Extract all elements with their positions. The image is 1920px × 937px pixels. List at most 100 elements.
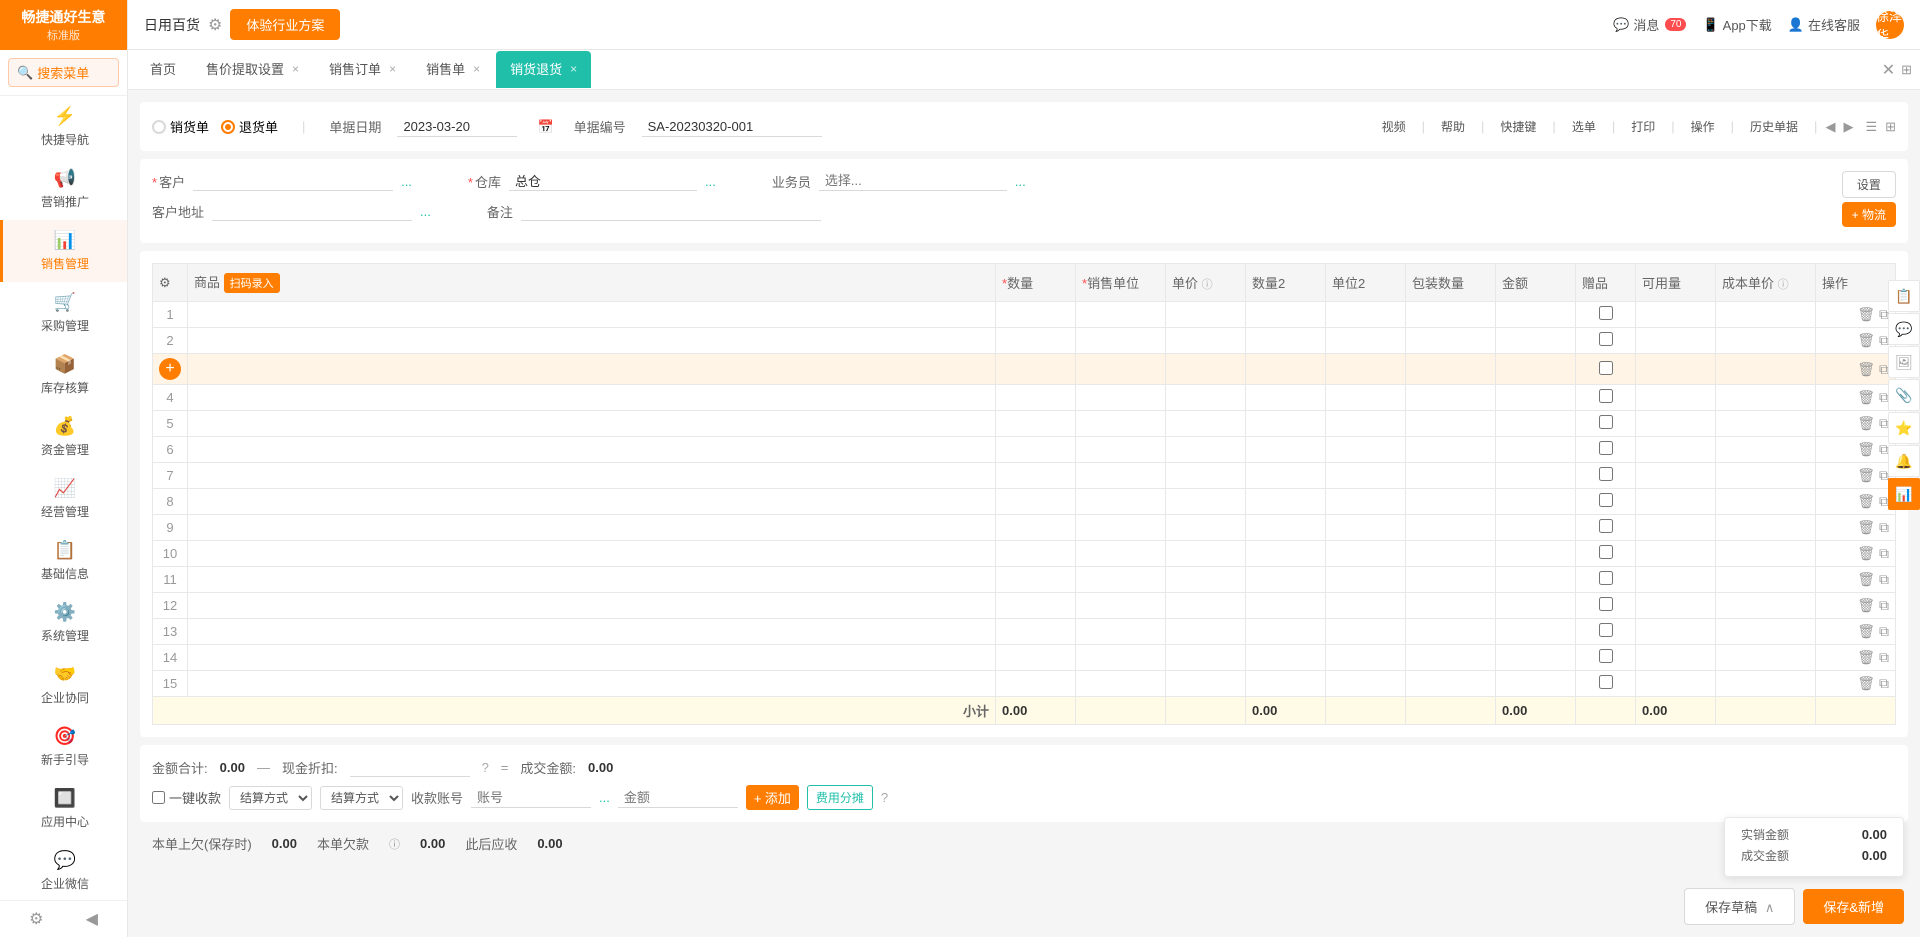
unit-price-cell-15[interactable]	[1166, 671, 1246, 697]
sales-unit-cell-14[interactable]	[1076, 645, 1166, 671]
qty-cell-15[interactable]	[996, 671, 1076, 697]
cost-price-cell-12[interactable]	[1716, 593, 1816, 619]
staff-select-btn[interactable]: ...	[1015, 174, 1026, 189]
settlement-method-select[interactable]: 结算方式	[229, 786, 312, 810]
sales-unit-cell-11[interactable]	[1076, 567, 1166, 593]
available-cell-5[interactable]	[1636, 411, 1716, 437]
sales-unit-cell-8[interactable]	[1076, 489, 1166, 515]
sales-unit-cell-3[interactable]	[1076, 354, 1166, 385]
qty2-cell-12[interactable]	[1246, 593, 1326, 619]
unit-price-cell-10[interactable]	[1166, 541, 1246, 567]
sidebar-item-base[interactable]: 📋 基础信息	[0, 530, 127, 592]
amount-cell-9[interactable]	[1496, 515, 1576, 541]
price-info-icon[interactable]: ⓘ	[1202, 279, 1213, 291]
amount-cell-10[interactable]	[1496, 541, 1576, 567]
form-setting-btn[interactable]: 设置	[1842, 171, 1896, 198]
qty-cell-3[interactable]	[996, 354, 1076, 385]
qty-cell-14[interactable]	[996, 645, 1076, 671]
qty2-cell-10[interactable]	[1246, 541, 1326, 567]
cost-price-cell-10[interactable]	[1716, 541, 1816, 567]
sidebar-item-newbie[interactable]: 🎯 新手引导	[0, 716, 127, 778]
qty2-cell-6[interactable]	[1246, 437, 1326, 463]
float-notes-btn[interactable]: 📋	[1888, 280, 1920, 312]
unit2-cell-13[interactable]	[1326, 619, 1406, 645]
one-click-collect-label[interactable]: 一键收款	[152, 788, 221, 807]
product-cell-11[interactable]	[188, 567, 996, 593]
delete-row-6[interactable]: 🗑	[1857, 441, 1875, 458]
qty2-cell-15[interactable]	[1246, 671, 1326, 697]
amount-cell-4[interactable]	[1496, 385, 1576, 411]
float-star-btn[interactable]: ⭐	[1888, 412, 1920, 444]
amount-cell-6[interactable]	[1496, 437, 1576, 463]
product-cell-13[interactable]	[188, 619, 996, 645]
sales-unit-cell-15[interactable]	[1076, 671, 1166, 697]
qty2-cell-2[interactable]	[1246, 328, 1326, 354]
available-cell-13[interactable]	[1636, 619, 1716, 645]
delete-row-4[interactable]: 🗑	[1857, 389, 1875, 406]
gift-cell-12[interactable]	[1576, 593, 1636, 619]
unit-price-cell-7[interactable]	[1166, 463, 1246, 489]
qty2-cell-5[interactable]	[1246, 411, 1326, 437]
product-cell-2[interactable]	[188, 328, 996, 354]
sales-unit-cell-5[interactable]	[1076, 411, 1166, 437]
trial-plan-button[interactable]: 体验行业方案	[230, 9, 340, 40]
amount-input[interactable]	[618, 788, 738, 808]
unit2-cell-10[interactable]	[1326, 541, 1406, 567]
sales-unit-cell-7[interactable]	[1076, 463, 1166, 489]
available-cell-8[interactable]	[1636, 489, 1716, 515]
pack-qty-cell-7[interactable]	[1406, 463, 1496, 489]
qty2-cell-11[interactable]	[1246, 567, 1326, 593]
sales-unit-cell-9[interactable]	[1076, 515, 1166, 541]
gift-checkbox-12[interactable]	[1599, 597, 1613, 611]
product-cell-12[interactable]	[188, 593, 996, 619]
available-cell-4[interactable]	[1636, 385, 1716, 411]
qty-cell-13[interactable]	[996, 619, 1076, 645]
gift-checkbox-3[interactable]	[1599, 361, 1613, 375]
product-cell-15[interactable]	[188, 671, 996, 697]
unit-price-cell-6[interactable]	[1166, 437, 1246, 463]
pack-qty-cell-2[interactable]	[1406, 328, 1496, 354]
available-cell-6[interactable]	[1636, 437, 1716, 463]
amount-cell-1[interactable]	[1496, 302, 1576, 328]
tab-home[interactable]: 首页	[136, 51, 190, 88]
cost-price-cell-5[interactable]	[1716, 411, 1816, 437]
sales-unit-cell-13[interactable]	[1076, 619, 1166, 645]
gift-checkbox-4[interactable]	[1599, 389, 1613, 403]
amount-cell-14[interactable]	[1496, 645, 1576, 671]
qty-cell-2[interactable]	[996, 328, 1076, 354]
cost-price-cell-8[interactable]	[1716, 489, 1816, 515]
settings-gear-icon[interactable]: ⚙	[208, 15, 222, 35]
address-input[interactable]	[212, 201, 412, 221]
delete-row-15[interactable]: 🗑	[1857, 675, 1875, 692]
nav-prev-icon[interactable]: ◀	[1825, 119, 1835, 135]
one-click-collect-checkbox[interactable]	[152, 791, 165, 804]
unit2-cell-9[interactable]	[1326, 515, 1406, 541]
delete-row-7[interactable]: 🗑	[1857, 467, 1875, 484]
cost-price-cell-3[interactable]	[1716, 354, 1816, 385]
gift-cell-5[interactable]	[1576, 411, 1636, 437]
qty-cell-4[interactable]	[996, 385, 1076, 411]
return-type-radio[interactable]: 退货单	[221, 117, 278, 136]
product-cell-1[interactable]	[188, 302, 996, 328]
cost-price-cell-11[interactable]	[1716, 567, 1816, 593]
product-cell-9[interactable]	[188, 515, 996, 541]
print-btn[interactable]: 打印	[1623, 114, 1663, 139]
nav-next-icon[interactable]: ▶	[1843, 119, 1853, 135]
debt-info-icon[interactable]: ⓘ	[389, 836, 400, 852]
add-row-btn-cell[interactable]: +	[153, 354, 188, 385]
unit-price-cell-11[interactable]	[1166, 567, 1246, 593]
amount-cell-7[interactable]	[1496, 463, 1576, 489]
scan-input-btn[interactable]: 扫码录入	[224, 273, 280, 293]
gift-checkbox-1[interactable]	[1599, 306, 1613, 320]
amount-cell-3[interactable]	[1496, 354, 1576, 385]
available-cell-11[interactable]	[1636, 567, 1716, 593]
sidebar-item-appstore[interactable]: 🔲 应用中心	[0, 778, 127, 840]
sidebar-item-wechat[interactable]: 💬 企业微信	[0, 840, 127, 900]
gift-checkbox-2[interactable]	[1599, 332, 1613, 346]
amount-cell-2[interactable]	[1496, 328, 1576, 354]
pack-qty-cell-9[interactable]	[1406, 515, 1496, 541]
warehouse-input[interactable]	[509, 171, 697, 191]
online-service-btn[interactable]: 👤 在线客服	[1788, 15, 1860, 34]
sidebar-item-quick-nav[interactable]: ⚡ 快捷导航	[0, 96, 127, 158]
user-area[interactable]: 徐泽华	[1876, 11, 1904, 39]
